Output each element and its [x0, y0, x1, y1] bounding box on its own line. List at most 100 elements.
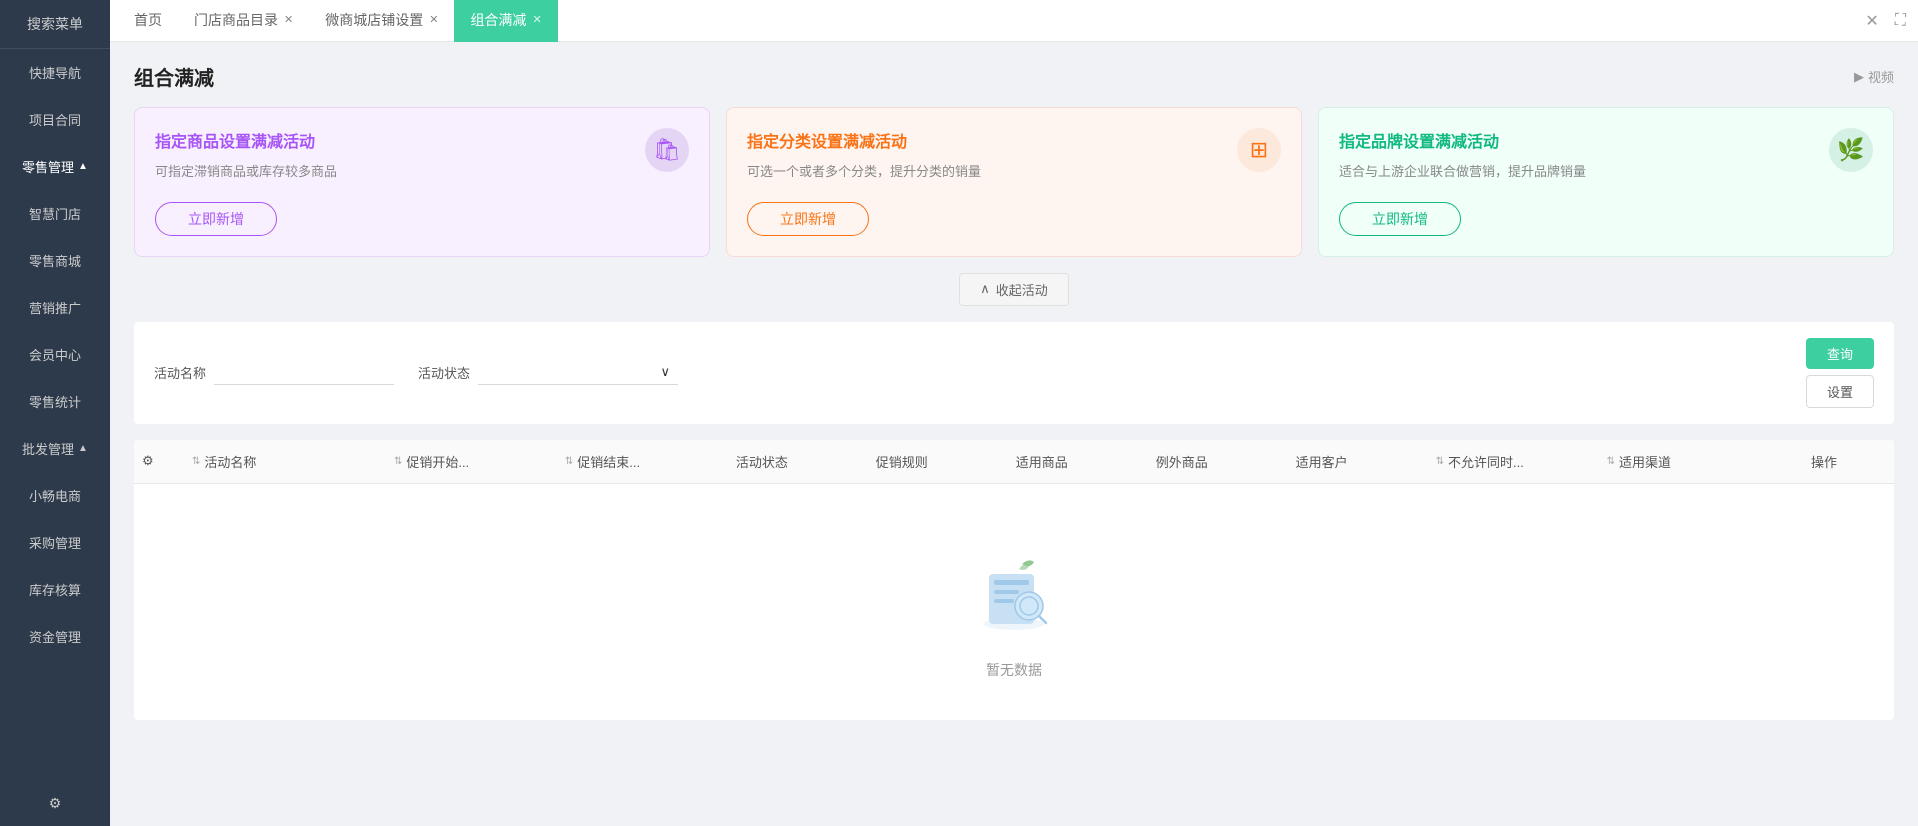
gear-icon: ⚙ — [49, 795, 62, 811]
sort-icon: ⇅ — [1607, 456, 1615, 467]
sidebar-item-xiaochangec[interactable]: 小畅电商 — [0, 472, 110, 519]
th-goods-label: 适用商品 — [1016, 452, 1068, 471]
sidebar-item-label: 零售统计 — [29, 392, 81, 411]
tab-home-label: 首页 — [134, 10, 162, 30]
promo-card-goods-title: 指定商品设置满减活动 — [155, 128, 689, 152]
filter-status-label: 活动状态 — [418, 363, 470, 382]
filter-row: 活动名称 活动状态 ∨ 查询 设置 — [134, 322, 1894, 424]
promo-card-goods: 🛍 指定商品设置满减活动 可指定滞销商品或库存较多商品 立即新增 — [134, 107, 710, 257]
page-title: 组合满减 — [134, 62, 214, 91]
query-button[interactable]: 查询 — [1806, 338, 1874, 369]
filter-name-input[interactable] — [214, 361, 394, 385]
tab-combo-discount-label: 组合满减 — [470, 10, 526, 30]
video-link[interactable]: ▶ 视频 — [1854, 67, 1894, 86]
tab-store-catalog-label: 门店商品目录 — [194, 10, 278, 30]
table-container: ⚙ ⇅ 活动名称 ⇅ 促销开始... ⇅ 促销结束... 活动状态 — [134, 440, 1894, 720]
th-name[interactable]: ⇅ 活动名称 — [184, 452, 386, 471]
th-status: 活动状态 — [728, 452, 868, 471]
th-start[interactable]: ⇅ 促销开始... — [386, 452, 557, 471]
sidebar-item-wholesale-mgmt[interactable]: 批发管理 ▲ — [0, 425, 110, 472]
promo-card-category: ⊞ 指定分类设置满减活动 可选一个或者多个分类，提升分类的销量 立即新增 — [726, 107, 1302, 257]
th-channel[interactable]: ⇅ 适用渠道 — [1599, 452, 1754, 471]
main-area: 首页 门店商品目录 ✕ 微商城店铺设置 ✕ 组合满减 ✕ ✕ ⛶ 组合满减 ▶ … — [110, 0, 1918, 826]
empty-state: 暂无数据 — [134, 484, 1894, 720]
collapse-activity-button[interactable]: ∧ 收起活动 — [959, 273, 1069, 306]
sidebar-item-label: 快捷导航 — [29, 63, 81, 82]
chevron-down-icon: ▲ — [78, 443, 88, 454]
add-brand-promo-button[interactable]: 立即新增 — [1339, 202, 1461, 236]
promo-card-category-title: 指定分类设置满减活动 — [747, 128, 1281, 152]
tab-wechat-store[interactable]: 微商城店铺设置 ✕ — [309, 0, 454, 42]
filter-status-field: 活动状态 ∨ — [418, 360, 678, 385]
sidebar-item-quick-nav[interactable]: 快捷导航 — [0, 49, 110, 96]
tab-wechat-store-label: 微商城店铺设置 — [325, 10, 423, 30]
filter-status-select[interactable]: ∨ — [478, 360, 678, 385]
sidebar-item-member-center[interactable]: 会员中心 — [0, 331, 110, 378]
sidebar-item-label: 批发管理 — [22, 439, 74, 458]
sidebar-item-funds-mgmt[interactable]: 资金管理 — [0, 613, 110, 660]
sort-icon: ⇅ — [1436, 456, 1444, 467]
close-icon[interactable]: ✕ — [429, 13, 438, 26]
th-notallow[interactable]: ⇅ 不允许同时... — [1428, 452, 1599, 471]
th-status-label: 活动状态 — [736, 452, 788, 471]
close-window-button[interactable]: ✕ — [1861, 7, 1882, 35]
resize-window-button[interactable]: ⛶ — [1891, 8, 1910, 34]
video-label: 视频 — [1868, 67, 1894, 86]
chevron-up-icon: ▲ — [78, 161, 88, 172]
sidebar-item-label: 项目合同 — [29, 110, 81, 129]
play-icon: ▶ — [1854, 69, 1864, 85]
sidebar-item-inventory[interactable]: 库存核算 — [0, 566, 110, 613]
sidebar-settings[interactable]: ⚙ — [0, 781, 110, 826]
empty-illustration — [964, 544, 1064, 644]
sidebar-item-purchase-mgmt[interactable]: 采购管理 — [0, 519, 110, 566]
sidebar-item-retail-stats[interactable]: 零售统计 — [0, 378, 110, 425]
filter-name-label: 活动名称 — [154, 363, 206, 382]
th-end-label: 促销结束... — [577, 452, 640, 471]
tab-combo-discount[interactable]: 组合满减 ✕ — [454, 0, 557, 42]
th-rule-label: 促销规则 — [876, 452, 928, 471]
page-header: 组合满减 ▶ 视频 — [134, 62, 1894, 91]
add-category-promo-button[interactable]: 立即新增 — [747, 202, 869, 236]
sidebar: 搜索菜单 快捷导航 项目合同 零售管理 ▲ 智慧门店 零售商城 营销推广 会员中… — [0, 0, 110, 826]
sidebar-item-label: 营销推广 — [29, 298, 81, 317]
th-notallow-label: 不允许同时... — [1448, 452, 1524, 471]
tab-home[interactable]: 首页 — [118, 0, 178, 42]
close-icon[interactable]: ✕ — [532, 13, 541, 26]
th-channel-label: 适用渠道 — [1619, 452, 1671, 471]
brand-icon: 🌿 — [1829, 128, 1873, 172]
filter-name-field: 活动名称 — [154, 361, 394, 385]
sidebar-item-project-contract[interactable]: 项目合同 — [0, 96, 110, 143]
th-except: 例外商品 — [1148, 452, 1288, 471]
sidebar-search[interactable]: 搜索菜单 — [0, 0, 110, 49]
promo-cards-row: 🛍 指定商品设置满减活动 可指定滞销商品或库存较多商品 立即新增 ⊞ 指定分类设… — [134, 107, 1894, 257]
th-customer: 适用客户 — [1288, 452, 1428, 471]
filter-actions: 查询 设置 — [1806, 338, 1874, 408]
sidebar-item-retail-mall[interactable]: 零售商城 — [0, 237, 110, 284]
bag-icon: 🛍 — [645, 128, 689, 172]
sidebar-item-label: 智慧门店 — [29, 204, 81, 223]
th-gear[interactable]: ⚙ — [134, 453, 184, 469]
page-content: 组合满减 ▶ 视频 🛍 指定商品设置满减活动 可指定滞销商品或库存较多商品 立即… — [110, 42, 1918, 826]
sidebar-item-label: 会员中心 — [29, 345, 81, 364]
close-icon[interactable]: ✕ — [284, 13, 293, 26]
table-header: ⚙ ⇅ 活动名称 ⇅ 促销开始... ⇅ 促销结束... 活动状态 — [134, 440, 1894, 484]
th-end[interactable]: ⇅ 促销结束... — [557, 452, 728, 471]
collapse-bar: ∧ 收起活动 — [134, 273, 1894, 306]
tab-actions: ✕ ⛶ — [1861, 7, 1910, 35]
th-rule: 促销规则 — [868, 452, 1008, 471]
add-goods-promo-button[interactable]: 立即新增 — [155, 202, 277, 236]
promo-card-goods-desc: 可指定滞销商品或库存较多商品 — [155, 162, 689, 182]
sidebar-item-marketing[interactable]: 营销推广 — [0, 284, 110, 331]
sort-icon: ⇅ — [394, 456, 402, 467]
setting-button[interactable]: 设置 — [1806, 375, 1874, 408]
sidebar-item-label: 采购管理 — [29, 533, 81, 552]
tab-store-catalog[interactable]: 门店商品目录 ✕ — [178, 0, 309, 42]
th-customer-label: 适用客户 — [1296, 452, 1348, 471]
sidebar-item-smart-store[interactable]: 智慧门店 — [0, 190, 110, 237]
sidebar-item-retail-mgmt[interactable]: 零售管理 ▲ — [0, 143, 110, 190]
sort-icon: ⇅ — [192, 456, 200, 467]
gear-icon: ⚙ — [142, 453, 154, 469]
promo-card-brand: 🌿 指定品牌设置满减活动 适合与上游企业联合做营销，提升品牌销量 立即新增 — [1318, 107, 1894, 257]
category-icon: ⊞ — [1237, 128, 1281, 172]
sidebar-item-label: 零售管理 — [22, 157, 74, 176]
